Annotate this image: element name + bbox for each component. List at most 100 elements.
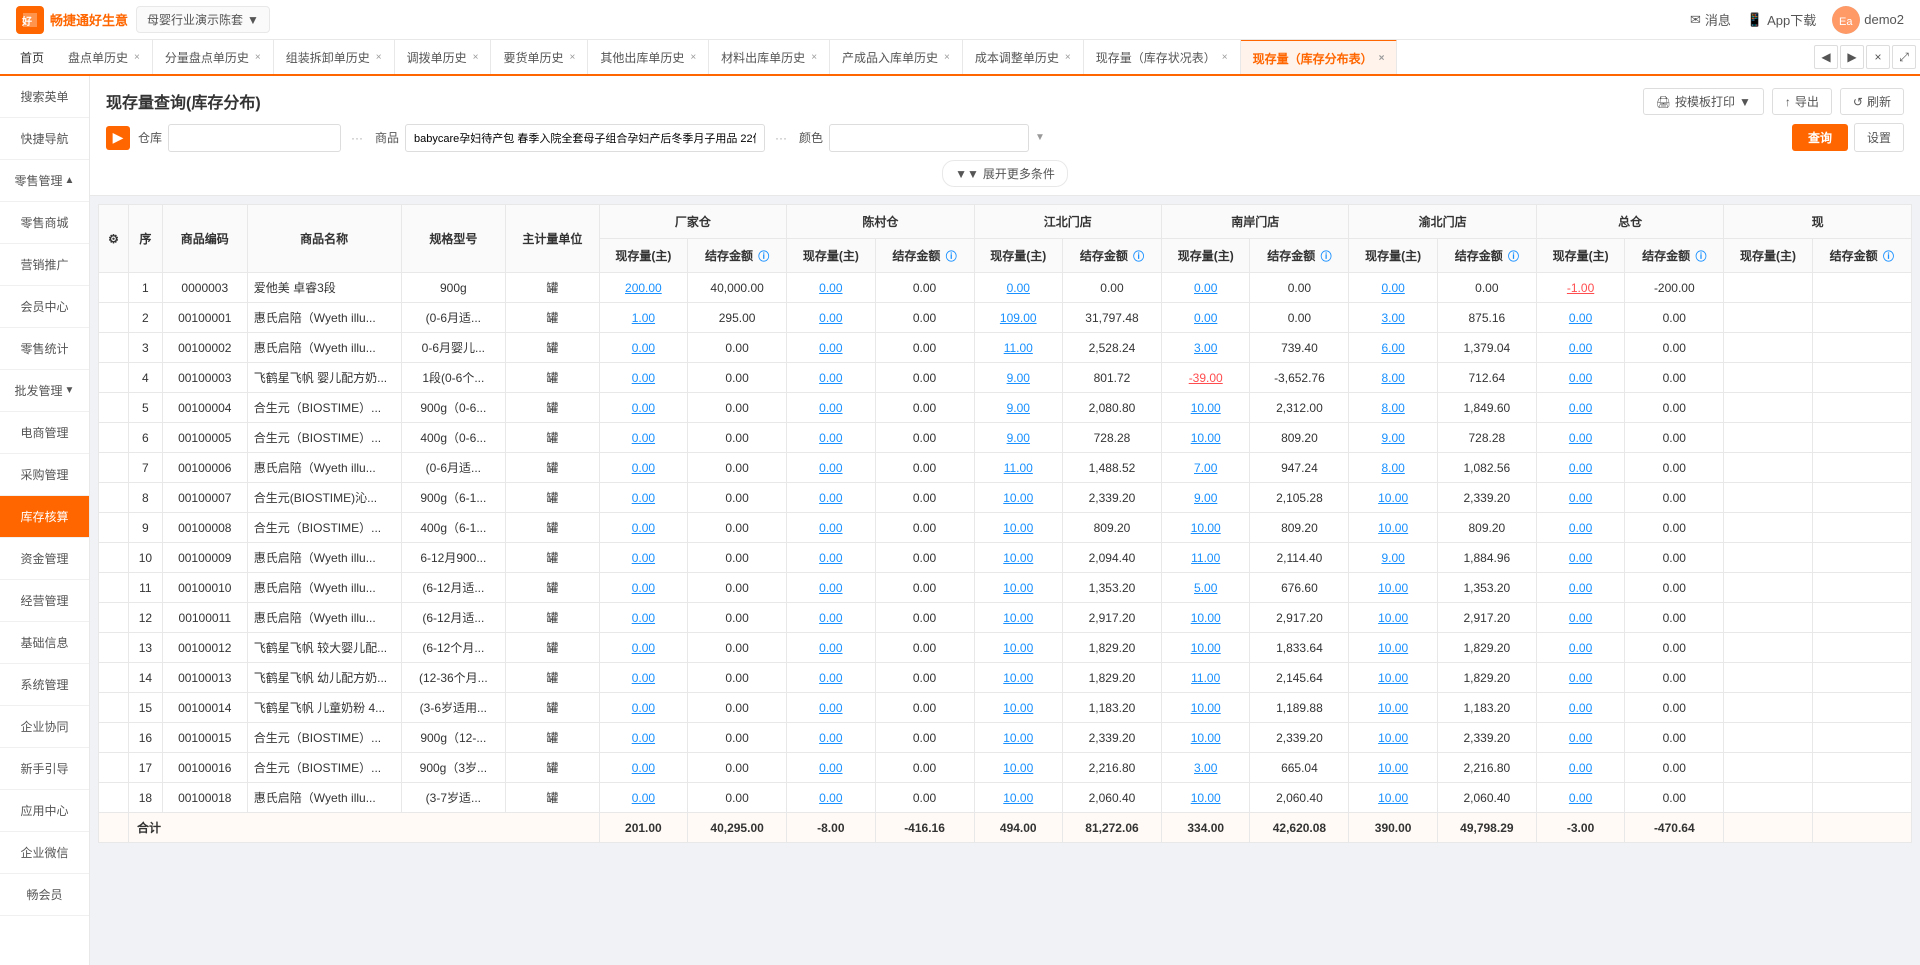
cell-yubei-current[interactable]: 10.00 (1349, 603, 1437, 633)
sidebar-item-member2[interactable]: 畅会员 (0, 874, 89, 916)
cell-yubei-current[interactable]: 3.00 (1349, 303, 1437, 333)
tab-prev-button[interactable]: ◀ (1814, 45, 1838, 69)
cell-total-current[interactable]: 0.00 (1536, 483, 1624, 513)
cell-jiangbei-current[interactable]: 0.00 (974, 273, 1062, 303)
cell-total-current[interactable]: 0.00 (1536, 633, 1624, 663)
cell-total-current[interactable]: 0.00 (1536, 663, 1624, 693)
cell-jiangbei-current[interactable]: 10.00 (974, 513, 1062, 543)
sidebar-item-purchase[interactable]: 采购管理 (0, 454, 89, 496)
product-select-button[interactable]: ··· (771, 131, 791, 145)
tab-close-fenbiao[interactable]: × (1379, 53, 1385, 64)
cell-chencun-current[interactable]: 0.00 (787, 363, 875, 393)
cell-total-current[interactable]: 0.00 (1536, 363, 1624, 393)
cell-changjia-current[interactable]: 0.00 (599, 753, 687, 783)
warehouse-select-button[interactable]: ··· (347, 131, 367, 145)
app-download-button[interactable]: 📱 App下载 (1747, 10, 1816, 29)
sidebar-item-basic-info[interactable]: 基础信息 (0, 622, 89, 664)
tab-close-zuzhuang[interactable]: × (376, 52, 382, 63)
sidebar-item-quicknav[interactable]: 快捷导航 (0, 118, 89, 160)
cell-yubei-current[interactable]: 8.00 (1349, 453, 1437, 483)
cell-nanan-current[interactable]: 10.00 (1162, 423, 1250, 453)
cell-chencun-current[interactable]: 0.00 (787, 663, 875, 693)
user-menu[interactable]: Ea demo2 (1832, 6, 1904, 34)
cell-chencun-current[interactable]: 0.00 (787, 393, 875, 423)
cell-changjia-current[interactable]: 0.00 (599, 723, 687, 753)
cell-yubei-current[interactable]: 0.00 (1349, 273, 1437, 303)
query-button[interactable]: 查询 (1792, 124, 1848, 151)
tab-home[interactable]: 首页 (8, 40, 56, 75)
cell-yubei-current[interactable]: 10.00 (1349, 663, 1437, 693)
tab-qitachuku[interactable]: 其他出库单历史 × (588, 40, 709, 75)
color-input[interactable] (829, 124, 1029, 152)
sidebar-item-operations[interactable]: 经营管理 (0, 580, 89, 622)
cell-chencun-current[interactable]: 0.00 (787, 453, 875, 483)
tab-close-diaobuo[interactable]: × (473, 52, 479, 63)
cell-nanan-current[interactable]: 3.00 (1162, 333, 1250, 363)
cell-nanan-current[interactable]: 11.00 (1162, 543, 1250, 573)
cell-chencun-current[interactable]: 0.00 (787, 573, 875, 603)
cell-changjia-current[interactable]: 0.00 (599, 483, 687, 513)
cell-chencun-current[interactable]: 0.00 (787, 513, 875, 543)
cell-total-current[interactable]: 0.00 (1536, 303, 1624, 333)
cell-changjia-current[interactable]: 1.00 (599, 303, 687, 333)
sidebar-item-retail-shop[interactable]: 零售商城 (0, 202, 89, 244)
tab-diaobuo[interactable]: 调拨单历史 × (395, 40, 492, 75)
sidebar-item-retail-mgmt[interactable]: 零售管理 ▲ (0, 160, 89, 202)
tab-chengpin[interactable]: 产成品入库单历史 × (830, 40, 963, 75)
cell-yubei-current[interactable]: 10.00 (1349, 513, 1437, 543)
export-button[interactable]: ↑ 导出 (1772, 88, 1832, 115)
cell-changjia-current[interactable]: 0.00 (599, 693, 687, 723)
cell-nanan-current[interactable]: 0.00 (1162, 303, 1250, 333)
cell-nanan-current[interactable]: 5.00 (1162, 573, 1250, 603)
cell-changjia-current[interactable]: 0.00 (599, 633, 687, 663)
cell-total-current[interactable]: 0.00 (1536, 543, 1624, 573)
tab-liaochuku[interactable]: 材料出库单历史 × (709, 40, 830, 75)
sidebar-item-search[interactable]: 搜索英单 (0, 76, 89, 118)
cell-changjia-current[interactable]: 0.00 (599, 453, 687, 483)
cell-total-current[interactable]: 0.00 (1536, 423, 1624, 453)
tab-close-kuazhang[interactable]: × (1222, 52, 1228, 63)
cell-total-current[interactable]: 0.00 (1536, 513, 1624, 543)
cell-nanan-current[interactable]: -39.00 (1162, 363, 1250, 393)
cell-changjia-current[interactable]: 0.00 (599, 783, 687, 813)
cell-yubei-current[interactable]: 10.00 (1349, 783, 1437, 813)
cell-yubei-current[interactable]: 9.00 (1349, 543, 1437, 573)
tab-xiancunliang-kuazhang[interactable]: 现存量（库存状况表） × (1084, 40, 1241, 75)
cell-changjia-current[interactable]: 0.00 (599, 333, 687, 363)
sidebar-item-retail-stats[interactable]: 零售统计 (0, 328, 89, 370)
tab-chenben[interactable]: 成本调整单历史 × (963, 40, 1084, 75)
cell-changjia-current[interactable]: 0.00 (599, 363, 687, 393)
cell-nanan-current[interactable]: 10.00 (1162, 393, 1250, 423)
cell-jiangbei-current[interactable]: 9.00 (974, 423, 1062, 453)
cell-changjia-current[interactable]: 0.00 (599, 573, 687, 603)
tab-close-pandian[interactable]: × (134, 52, 140, 63)
sidebar-item-system[interactable]: 系统管理 (0, 664, 89, 706)
cell-yubei-current[interactable]: 10.00 (1349, 573, 1437, 603)
cell-jiangbei-current[interactable]: 11.00 (974, 333, 1062, 363)
cell-nanan-current[interactable]: 10.00 (1162, 603, 1250, 633)
sidebar-item-guide[interactable]: 新手引导 (0, 748, 89, 790)
cell-nanan-current[interactable]: 9.00 (1162, 483, 1250, 513)
warehouse-input[interactable] (168, 124, 341, 152)
cell-chencun-current[interactable]: 0.00 (787, 753, 875, 783)
cell-chencun-current[interactable]: 0.00 (787, 483, 875, 513)
cell-yubei-current[interactable]: 8.00 (1349, 393, 1437, 423)
cell-total-current[interactable]: 0.00 (1536, 753, 1624, 783)
cell-nanan-current[interactable]: 0.00 (1162, 273, 1250, 303)
cell-jiangbei-current[interactable]: 9.00 (974, 393, 1062, 423)
cell-jiangbei-current[interactable]: 10.00 (974, 483, 1062, 513)
messages-button[interactable]: ✉ 消息 (1690, 10, 1731, 29)
tab-fenpandian[interactable]: 分量盘点单历史 × (153, 40, 274, 75)
cell-changjia-current[interactable]: 0.00 (599, 543, 687, 573)
cell-changjia-current[interactable]: 200.00 (599, 273, 687, 303)
cell-chencun-current[interactable]: 0.00 (787, 543, 875, 573)
tab-close-yaohuo[interactable]: × (569, 52, 575, 63)
cell-nanan-current[interactable]: 7.00 (1162, 453, 1250, 483)
sidebar-item-apps[interactable]: 应用中心 (0, 790, 89, 832)
tab-expand-button[interactable]: ⤢ (1892, 45, 1916, 69)
settings-button[interactable]: 设置 (1854, 123, 1904, 152)
sidebar-item-member[interactable]: 会员中心 (0, 286, 89, 328)
cell-total-current[interactable]: 0.00 (1536, 393, 1624, 423)
cell-total-current[interactable]: 0.00 (1536, 453, 1624, 483)
print-button[interactable]: 🖨 按模板打印 ▼ (1643, 88, 1764, 115)
